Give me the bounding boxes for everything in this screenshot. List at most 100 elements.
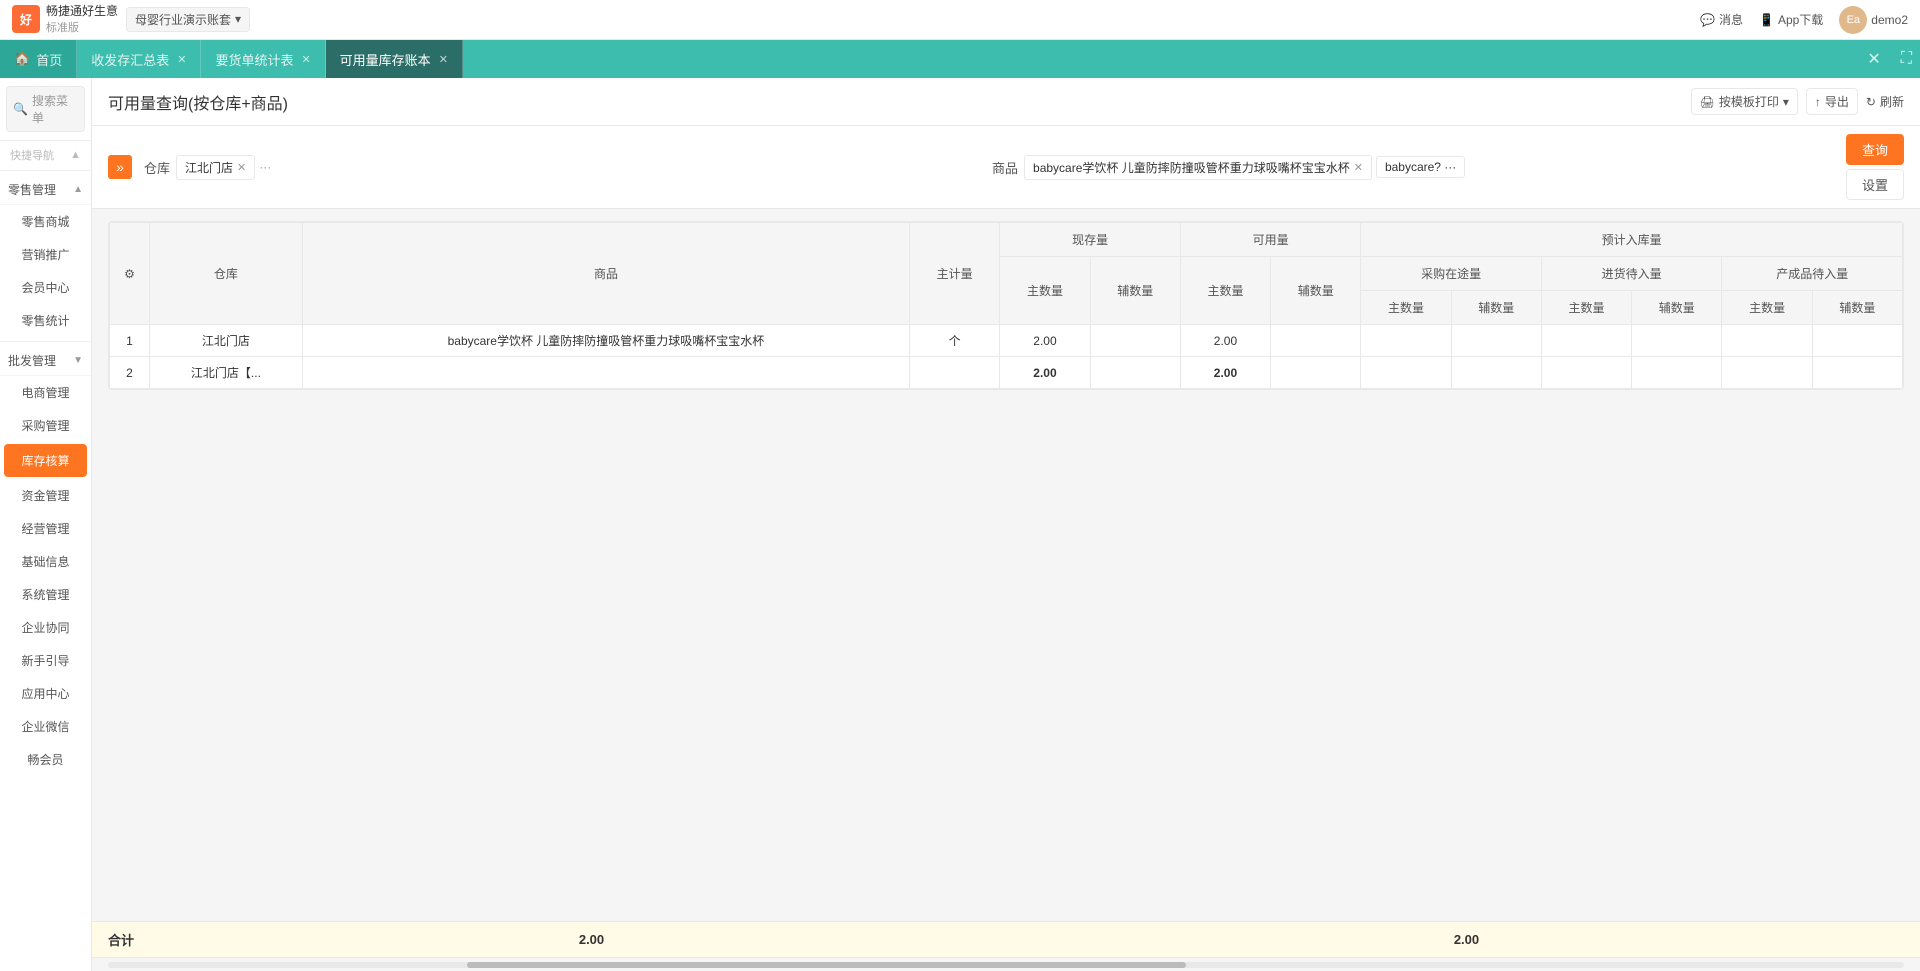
product-tag-2-text: babycare? ··· — [1385, 160, 1456, 174]
sidebar-item-app-center[interactable]: 应用中心 — [0, 677, 91, 710]
sidebar-item-retail-mall[interactable]: 零售商城 — [0, 205, 91, 238]
product-tag-1-remove[interactable]: ✕ — [1354, 161, 1363, 174]
tab-receive-pay-label: 收发存汇总表 — [91, 50, 169, 69]
message-button[interactable]: 💬 消息 — [1700, 11, 1743, 28]
table-container: ⚙ 仓库 商品 主计量 现存量 — [108, 221, 1904, 390]
user-area[interactable]: Ea demo2 — [1839, 6, 1908, 34]
warehouse-tag-remove[interactable]: ✕ — [237, 161, 246, 174]
sidebar-item-enterprise[interactable]: 企业协同 — [0, 611, 91, 644]
row1-current-aux — [1090, 325, 1180, 357]
new-guide-label: 新手引导 — [21, 654, 69, 668]
settings-button[interactable]: 设置 — [1846, 169, 1904, 200]
phone-icon: 📱 — [1759, 13, 1774, 27]
unit-col-header: 主计量 — [910, 223, 1000, 325]
table-row: 1 江北门店 babycare学饮杯 儿童防摔防撞吸管杯重力球吸嘴杯宝宝水杯 个… — [110, 325, 1903, 357]
table-area: ⚙ 仓库 商品 主计量 现存量 — [92, 209, 1920, 921]
sidebar-item-inventory[interactable]: 库存核算 — [4, 444, 87, 477]
refresh-label: 刷新 — [1880, 93, 1904, 110]
export-button[interactable]: ↑ 导出 — [1806, 88, 1858, 115]
sidebar-item-member-vip[interactable]: 畅会员 — [0, 743, 91, 776]
tab-available-stock-close[interactable]: ✕ — [439, 53, 448, 66]
product-tag-1-text: babycare学饮杯 儿童防摔防撞吸管杯重力球吸嘴杯宝宝水杯 — [1033, 159, 1350, 176]
sidebar-item-system[interactable]: 系统管理 — [0, 578, 91, 611]
sidebar-item-member-center[interactable]: 会员中心 — [0, 271, 91, 304]
settings-col-header[interactable]: ⚙ — [110, 223, 150, 325]
retail-mall-label: 零售商城 — [21, 215, 69, 229]
main-layout: 🔍 搜索菜单 快捷导航 ▲ 零售管理 ▲ 零售商城 营销推广 会员中心 零售统计… — [0, 78, 1920, 971]
row1-purchase-aux — [1451, 325, 1541, 357]
sidebar-item-enterprise-wx[interactable]: 企业微信 — [0, 710, 91, 743]
sidebar-item-retail-stats[interactable]: 零售统计 — [0, 304, 91, 337]
footer-label: 合计 — [108, 930, 134, 949]
purchase-aux-header: 辅数量 — [1451, 291, 1541, 325]
row1-current-main: 2.00 — [1000, 325, 1090, 357]
search-menu-button[interactable]: 🔍 搜索菜单 — [6, 86, 85, 132]
data-table: ⚙ 仓库 商品 主计量 现存量 — [109, 222, 1903, 389]
retail-mgmt-label: 零售管理 — [8, 181, 56, 198]
product-tag-1[interactable]: babycare学饮杯 儿童防摔防撞吸管杯重力球吸嘴杯宝宝水杯 ✕ — [1024, 155, 1372, 180]
industry-selector[interactable]: 母婴行业演示账套 ▾ — [126, 7, 250, 32]
top-bar-right: 💬 消息 📱 App下载 Ea demo2 — [1700, 6, 1908, 34]
template-print-button[interactable]: 🖨 按模板打印 ▾ — [1691, 88, 1798, 115]
row1-product: babycare学饮杯 儿童防摔防撞吸管杯重力球吸嘴杯宝宝水杯 — [302, 325, 909, 357]
wholesale-mgmt-arrow: ▼ — [73, 355, 83, 366]
product-tag-2[interactable]: babycare? ··· — [1376, 156, 1465, 178]
production-main-header: 主数量 — [1722, 291, 1812, 325]
tab-available-stock[interactable]: 可用量库存账本 ✕ — [326, 40, 463, 78]
user-name: demo2 — [1871, 13, 1908, 27]
quick-nav-label[interactable]: 快捷导航 ▲ — [0, 141, 91, 166]
member-center-label: 会员中心 — [21, 281, 69, 295]
expand-icon[interactable]: ⛶ — [1893, 50, 1920, 68]
sidebar-item-wholesale-mgmt[interactable]: 批发管理 ▼ — [0, 346, 91, 376]
sidebar-item-retail-mgmt[interactable]: 零售管理 ▲ — [0, 175, 91, 205]
production-pending-header: 产成品待入量 — [1722, 257, 1903, 291]
row1-incoming-aux — [1632, 325, 1722, 357]
close-all-tabs-button[interactable]: ✕ — [1855, 49, 1892, 69]
sidebar-item-base-info[interactable]: 基础信息 — [0, 545, 91, 578]
sidebar-item-ecommerce[interactable]: 电商管理 — [0, 376, 91, 409]
tab-order-stats-close[interactable]: ✕ — [301, 53, 310, 66]
row1-production-aux — [1812, 325, 1902, 357]
query-button[interactable]: 查询 — [1846, 134, 1904, 165]
filter-toggle-button[interactable]: » — [108, 155, 132, 179]
scroll-bar-thumb[interactable] — [467, 962, 1185, 968]
search-menu-label: 搜索菜单 — [32, 92, 78, 126]
warehouse-filter-more[interactable]: ··· — [259, 160, 271, 174]
warehouse-tag[interactable]: 江北门店 ✕ — [176, 155, 255, 180]
scroll-bar-track[interactable] — [108, 962, 1904, 968]
finance-label: 资金管理 — [21, 489, 69, 503]
app-download-button[interactable]: 📱 App下载 — [1759, 11, 1823, 28]
sidebar-divider-1 — [0, 170, 91, 171]
sidebar-item-operations[interactable]: 经营管理 — [0, 512, 91, 545]
table-settings-icon[interactable]: ⚙ — [124, 267, 135, 281]
footer-bar: 合计 2.00 2.00 — [92, 921, 1920, 957]
sidebar-item-purchase[interactable]: 采购管理 — [0, 409, 91, 442]
production-aux-header: 辅数量 — [1812, 291, 1902, 325]
retail-stats-label: 零售统计 — [21, 314, 69, 328]
footer-current-main: 2.00 — [579, 932, 604, 947]
tab-home[interactable]: 🏠 首页 — [0, 40, 77, 78]
sidebar-item-new-guide[interactable]: 新手引导 — [0, 644, 91, 677]
tab-receive-pay-close[interactable]: ✕ — [177, 53, 186, 66]
incoming-pending-header: 进货待入量 — [1541, 257, 1722, 291]
refresh-button[interactable]: ↻ 刷新 — [1866, 93, 1904, 110]
product-col-header: 商品 — [302, 223, 909, 325]
sidebar-item-marketing[interactable]: 营销推广 — [0, 238, 91, 271]
avail-main-header: 主数量 — [1180, 257, 1270, 325]
chevron-down-icon: ▾ — [235, 12, 241, 26]
tab-receive-pay[interactable]: 收发存汇总表 ✕ — [77, 40, 201, 78]
template-print-label: 按模板打印 — [1719, 93, 1779, 110]
sidebar-item-finance[interactable]: 资金管理 — [0, 479, 91, 512]
tab-bar-actions: ✕ ⛶ — [1855, 49, 1920, 69]
wholesale-mgmt-label: 批发管理 — [8, 352, 56, 369]
tab-order-stats[interactable]: 要货单统计表 ✕ — [201, 40, 325, 78]
table-row: 2 江北门店【... 2.00 2.00 — [110, 357, 1903, 389]
export-label: 导出 — [1825, 93, 1849, 110]
row2-production-main — [1722, 357, 1812, 389]
quick-nav-text: 快捷导航 — [10, 147, 54, 163]
page-header: 可用量查询(按仓库+商品) 🖨 按模板打印 ▾ ↑ 导出 ↻ 刷新 — [92, 78, 1920, 126]
purchase-onway-header: 采购在途量 — [1361, 257, 1542, 291]
printer-icon: 🖨 — [1700, 95, 1715, 109]
warehouse-filter-label: 仓库 — [144, 158, 170, 177]
purchase-label: 采购管理 — [21, 419, 69, 433]
